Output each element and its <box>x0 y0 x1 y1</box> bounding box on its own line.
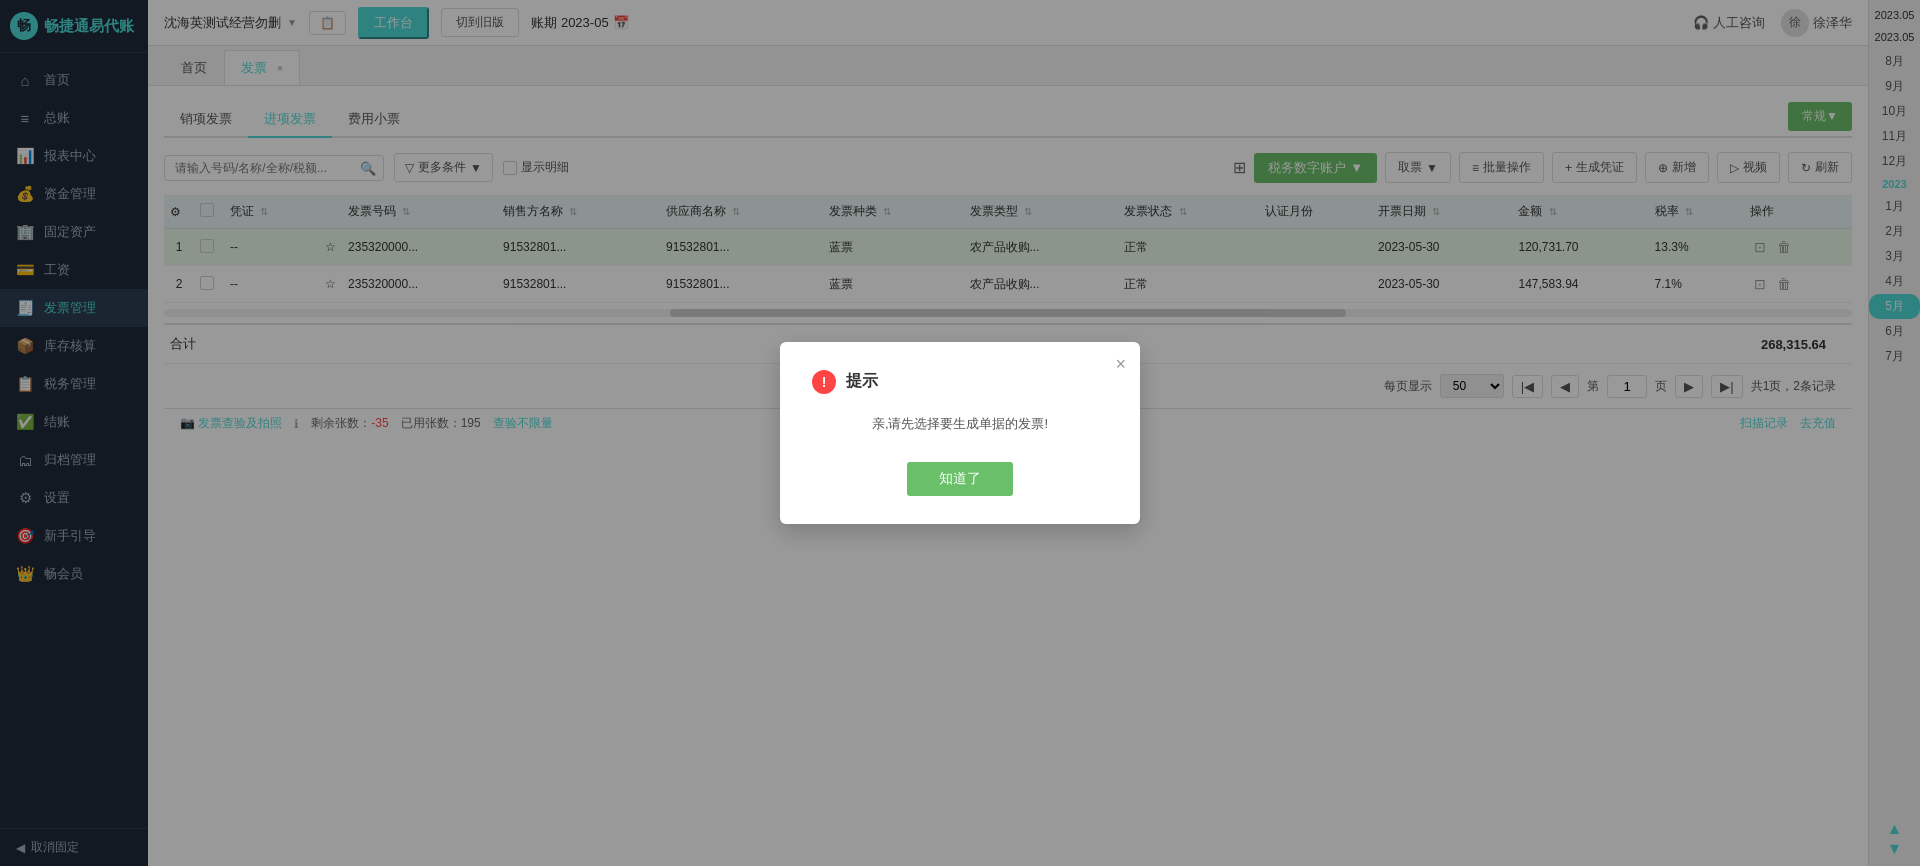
modal-btn-row: 知道了 <box>812 462 1108 496</box>
modal-dialog: × ! 提示 亲,请先选择要生成单据的发票! 知道了 <box>780 342 1140 525</box>
modal-confirm-button[interactable]: 知道了 <box>907 462 1013 496</box>
modal-title: 提示 <box>846 371 878 392</box>
modal-title-row: ! 提示 <box>812 370 1108 394</box>
modal-close-button[interactable]: × <box>1115 354 1126 375</box>
modal-message: 亲,请先选择要生成单据的发票! <box>812 414 1108 435</box>
modal-overlay: × ! 提示 亲,请先选择要生成单据的发票! 知道了 <box>0 0 1920 866</box>
modal-warning-icon: ! <box>812 370 836 394</box>
